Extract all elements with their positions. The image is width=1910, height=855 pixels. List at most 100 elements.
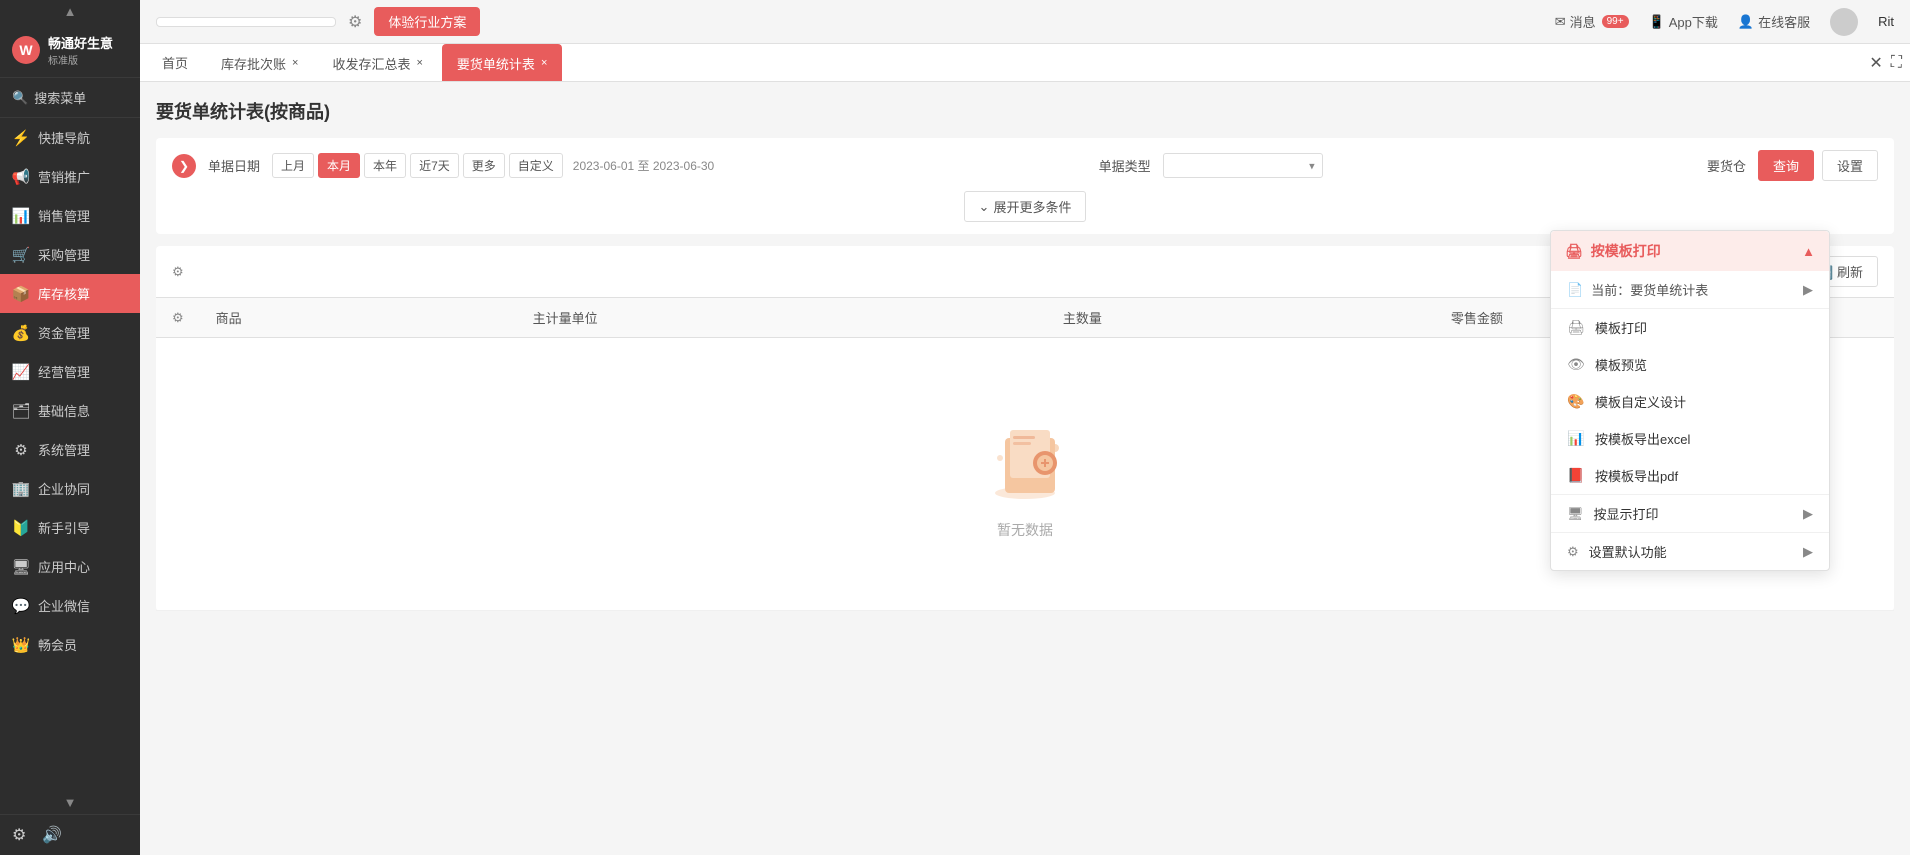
- online-service-item[interactable]: 👤 在线客服: [1738, 12, 1810, 31]
- date-btn-this-month[interactable]: 本月: [318, 153, 360, 178]
- app-center-icon: 🖥: [12, 558, 30, 576]
- order-type-label: 单据类型: [1099, 156, 1151, 175]
- expand-more-btn[interactable]: ⌄ 展开更多条件: [964, 191, 1087, 222]
- empty-text: 暂无数据: [997, 520, 1053, 540]
- dropdown-item-pdf[interactable]: 📕 按模板导出pdf: [1551, 457, 1829, 494]
- operations-icon: 📈: [12, 363, 30, 381]
- order-type-select[interactable]: [1163, 153, 1323, 178]
- tabs-bar: 首页 库存批次账 × 收发存汇总表 × 要货单统计表 × ✕ ⛶: [140, 44, 1910, 82]
- current-template-label: 📄 当前：要货单统计表 ▶: [1551, 271, 1829, 308]
- date-btn-this-year[interactable]: 本年: [364, 153, 406, 178]
- header-gear-icon[interactable]: ⚙: [348, 12, 362, 32]
- search-icon: 🔍: [12, 90, 28, 106]
- dropdown-item-excel[interactable]: 📊 按模板导出excel: [1551, 420, 1829, 457]
- main: ⚙ 体验行业方案 ✉ 消息 99+ 📱 App下载 👤 在线客服 Rit 首页 …: [140, 0, 1910, 855]
- content: 要货单统计表(按商品) ❯ 单据日期 上月 本月 本年 近7天 更多 自定义 2…: [140, 82, 1910, 855]
- preview-icon: 👁: [1567, 356, 1585, 373]
- page-title: 要货单统计表(按商品): [156, 98, 1894, 124]
- sidebar-item-finance[interactable]: 💰 资金管理: [0, 313, 140, 352]
- sidebar-item-quick-nav[interactable]: ⚡ 快捷导航: [0, 118, 140, 157]
- download-icon: 📱: [1649, 14, 1665, 30]
- sidebar-item-wechat[interactable]: 💬 企业微信: [0, 586, 140, 625]
- member-icon: 👑: [12, 636, 30, 654]
- inventory-icon: 📦: [12, 285, 30, 303]
- dropdown-item-preview[interactable]: 👁 模板预览: [1551, 346, 1829, 383]
- purchase-icon: 🛒: [12, 246, 30, 264]
- date-btns: 上月 本月 本年 近7天 更多 自定义 2023-06-01 至 2023-06…: [272, 153, 714, 178]
- date-btn-last-month[interactable]: 上月: [272, 153, 314, 178]
- header-search-bar[interactable]: [156, 17, 336, 27]
- date-range: 2023-06-01 至 2023-06-30: [573, 157, 714, 174]
- tab-close-demand-stats[interactable]: ×: [541, 57, 547, 69]
- filter-row-date: ❯ 单据日期 上月 本月 本年 近7天 更多 自定义 2023-06-01 至 …: [172, 150, 1878, 181]
- logo-icon: W: [12, 36, 40, 64]
- sidebar-item-enterprise[interactable]: 🏢 企业协同: [0, 469, 140, 508]
- tab-collect-summary[interactable]: 收发存汇总表 ×: [317, 44, 437, 81]
- col-quantity: 主数量: [1047, 298, 1435, 338]
- chevron-right-section: ▶: [1803, 506, 1813, 522]
- message-icon: ✉: [1555, 14, 1566, 30]
- app-download-item[interactable]: 📱 App下载: [1649, 12, 1718, 31]
- sidebar-scroll-down[interactable]: ▼: [0, 791, 140, 814]
- filter-card: ❯ 单据日期 上月 本月 本年 近7天 更多 自定义 2023-06-01 至 …: [156, 138, 1894, 234]
- maximize-button[interactable]: ⛶: [1891, 54, 1902, 72]
- sidebar-item-app-center[interactable]: 🖥 应用中心: [0, 547, 140, 586]
- display-print-icon: 🖥: [1567, 506, 1584, 522]
- newbie-icon: 🔰: [12, 519, 30, 537]
- settings-icon[interactable]: ⚙: [12, 825, 26, 845]
- dropdown-section-display-print[interactable]: 🖥 按显示打印 ▶: [1551, 494, 1829, 532]
- dropdown-header[interactable]: 🖨 按模板打印 ▲: [1551, 231, 1829, 271]
- date-label: 单据日期: [208, 156, 260, 175]
- print-icon: 🖨: [1565, 243, 1583, 260]
- tab-close-collect-summary[interactable]: ×: [416, 57, 422, 69]
- top-header: ⚙ 体验行业方案 ✉ 消息 99+ 📱 App下载 👤 在线客服 Rit: [140, 0, 1910, 44]
- sidebar-item-inventory[interactable]: 📦 库存核算: [0, 274, 140, 313]
- header-right: ✉ 消息 99+ 📱 App下载 👤 在线客服 Rit: [1555, 8, 1894, 36]
- col-product: 商品: [200, 298, 517, 338]
- tab-home[interactable]: 首页: [148, 47, 202, 78]
- system-icon: ⚙: [12, 441, 30, 459]
- tab-inventory-batch[interactable]: 库存批次账 ×: [206, 44, 313, 81]
- tab-demand-stats[interactable]: 要货单统计表 ×: [442, 44, 562, 81]
- col-settings[interactable]: ⚙: [156, 298, 200, 338]
- sidebar-nav: ⚡ 快捷导航 📢 营销推广 📊 销售管理 🛒 采购管理 📦 库存核算 💰 资金管…: [0, 118, 140, 791]
- query-button[interactable]: 查询: [1758, 150, 1814, 181]
- dropdown-section-default[interactable]: ⚙ 设置默认功能 ▶: [1551, 532, 1829, 570]
- sales-icon: 📊: [12, 207, 30, 225]
- avatar[interactable]: [1830, 8, 1858, 36]
- close-tab-button[interactable]: ✕: [1869, 53, 1882, 73]
- dropdown-item-design[interactable]: 🎨 模板自定义设计: [1551, 383, 1829, 420]
- tab-close-inventory-batch[interactable]: ×: [292, 57, 298, 69]
- sidebar-item-newbie[interactable]: 🔰 新手引导: [0, 508, 140, 547]
- dropdown-item-print[interactable]: 🖨 模板打印: [1551, 309, 1829, 346]
- date-btn-more[interactable]: 更多: [463, 153, 505, 178]
- sidebar-search[interactable]: 🔍 搜索菜单: [0, 78, 140, 118]
- sidebar-item-marketing[interactable]: 📢 营销推广: [0, 157, 140, 196]
- sidebar-item-basic[interactable]: 🗂 基础信息: [0, 391, 140, 430]
- doc-icon: 📄: [1567, 282, 1583, 298]
- sidebar-item-sales[interactable]: 📊 销售管理: [0, 196, 140, 235]
- sidebar-item-purchase[interactable]: 🛒 采购管理: [0, 235, 140, 274]
- demand-label: 要货仓: [1707, 156, 1746, 175]
- user-name: Rit: [1878, 14, 1894, 29]
- sidebar-item-system[interactable]: ⚙ 系统管理: [0, 430, 140, 469]
- date-btn-7days[interactable]: 近7天: [410, 153, 459, 178]
- sidebar-item-operations[interactable]: 📈 经营管理: [0, 352, 140, 391]
- sidebar-item-member[interactable]: 👑 畅会员: [0, 625, 140, 664]
- enterprise-icon: 🏢: [12, 480, 30, 498]
- audio-icon[interactable]: 🔊: [42, 825, 62, 845]
- chevron-right-icon: ▶: [1803, 282, 1813, 298]
- sidebar-bottom: ⚙ 🔊: [0, 814, 140, 855]
- date-btn-custom[interactable]: 自定义: [509, 153, 563, 178]
- quick-nav-icon: ⚡: [12, 129, 30, 147]
- basic-icon: 🗂: [12, 402, 30, 420]
- col-unit: 主计量单位: [517, 298, 1047, 338]
- trial-button[interactable]: 体验行业方案: [374, 7, 480, 36]
- logo-text: 畅通好生意 标准版: [48, 33, 113, 67]
- sidebar-scroll-up[interactable]: ▲: [0, 0, 140, 23]
- message-item[interactable]: ✉ 消息 99+: [1555, 12, 1629, 31]
- finance-icon: 💰: [12, 324, 30, 342]
- settings-button[interactable]: 设置: [1822, 150, 1878, 181]
- print-template-dropdown: 🖨 按模板打印 ▲ 📄 当前：要货单统计表 ▶ 🖨 模板打印: [1550, 230, 1830, 571]
- collapse-arrow[interactable]: ❯: [172, 154, 196, 178]
